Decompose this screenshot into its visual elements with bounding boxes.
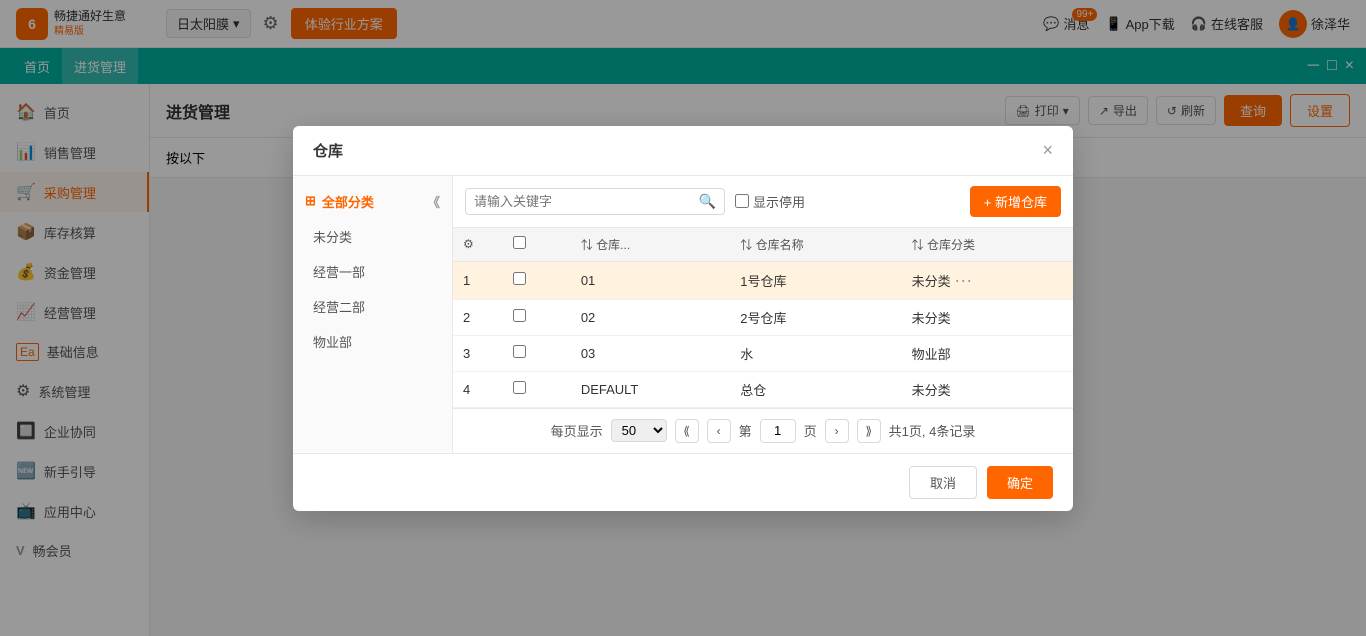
search-input-wrap[interactable]: 🔍: [465, 188, 725, 215]
row-name: 总仓: [730, 371, 901, 407]
row-name: 2号仓库: [730, 299, 901, 335]
grid-icon: ⊞: [305, 193, 316, 209]
pagination: 每页显示 50 20 100 ⟪ ‹ 第 页 › ⟫ 共1页, 4条记录: [453, 408, 1073, 453]
table-row[interactable]: 4 DEFAULT 总仓 未分类: [453, 371, 1073, 407]
confirm-btn[interactable]: 确定: [987, 466, 1053, 499]
modal-table-area: 🔍 显示停用 + 新增仓库 ⚙: [453, 176, 1073, 453]
page-input[interactable]: [760, 419, 796, 443]
per-page-select[interactable]: 50 20 100: [611, 419, 667, 442]
warehouse-modal: 仓库 × ⊞ 全部分类 《 未分类 经营一部 经营二部 物业部: [293, 126, 1073, 511]
all-categories-label: 全部分类: [322, 192, 374, 211]
page-suffix: 页: [804, 421, 817, 440]
next-page-btn[interactable]: ›: [825, 419, 849, 443]
row-index: 2: [453, 299, 503, 335]
row-index: 1: [453, 261, 503, 299]
table-row[interactable]: 3 03 水 物业部: [453, 335, 1073, 371]
col-category[interactable]: ⇅ 仓库分类: [902, 228, 1073, 262]
row-category: 未分类: [902, 299, 1073, 335]
row-checkbox-cell[interactable]: [503, 371, 571, 407]
prev-page-btn[interactable]: ‹: [707, 419, 731, 443]
sort-icon: ⇅: [740, 238, 752, 252]
last-page-btn[interactable]: ⟫: [857, 419, 881, 443]
row-code: DEFAULT: [571, 371, 730, 407]
cat-item-unclassified[interactable]: 未分类: [293, 219, 452, 254]
row-checkbox[interactable]: [513, 381, 526, 394]
table-row[interactable]: 1 01 1号仓库 未分类 ···: [453, 261, 1073, 299]
col-checkbox: [503, 228, 571, 262]
modal-header: 仓库 ×: [293, 126, 1073, 176]
search-input[interactable]: [474, 194, 699, 209]
row-name: 1号仓库: [730, 261, 901, 299]
table-row[interactable]: 2 02 2号仓库 未分类: [453, 299, 1073, 335]
row-code: 02: [571, 299, 730, 335]
first-page-btn[interactable]: ⟪: [675, 419, 699, 443]
table-header: ⚙ ⇅ 仓库... ⇅ 仓库名称 ⇅ 仓库分类: [453, 228, 1073, 262]
add-warehouse-btn[interactable]: + 新增仓库: [970, 186, 1061, 217]
row-category: 未分类: [902, 371, 1073, 407]
modal-footer: 取消 确定: [293, 453, 1073, 511]
all-categories-btn[interactable]: ⊞ 全部分类 《: [293, 184, 452, 219]
table-container: ⚙ ⇅ 仓库... ⇅ 仓库名称 ⇅ 仓库分类: [453, 228, 1073, 408]
modal-overlay: 仓库 × ⊞ 全部分类 《 未分类 经营一部 经营二部 物业部: [0, 0, 1366, 636]
col-name[interactable]: ⇅ 仓库名称: [730, 228, 901, 262]
per-page-label: 每页显示: [551, 421, 603, 440]
page-label: 第: [739, 421, 752, 440]
cat-item-property[interactable]: 物业部: [293, 324, 452, 359]
total-info: 共1页, 4条记录: [889, 421, 976, 440]
row-checkbox-cell[interactable]: [503, 261, 571, 299]
row-code: 03: [571, 335, 730, 371]
sort-icon: ⇅: [581, 238, 593, 252]
row-code: 01: [571, 261, 730, 299]
modal-body: ⊞ 全部分类 《 未分类 经营一部 经营二部 物业部 🔍: [293, 176, 1073, 453]
select-all-checkbox[interactable]: [513, 236, 526, 249]
search-icon: 🔍: [699, 193, 716, 210]
modal-search-bar: 🔍 显示停用 + 新增仓库: [453, 176, 1073, 228]
sort-icon: ⇅: [912, 238, 924, 252]
row-name: 水: [730, 335, 901, 371]
show-disabled-label[interactable]: 显示停用: [735, 192, 805, 211]
row-category: 物业部: [902, 335, 1073, 371]
warehouse-table: ⚙ ⇅ 仓库... ⇅ 仓库名称 ⇅ 仓库分类: [453, 228, 1073, 408]
collapse-icon[interactable]: 《: [427, 192, 440, 211]
row-checkbox[interactable]: [513, 309, 526, 322]
row-category: 未分类 ···: [902, 261, 1073, 299]
show-disabled-checkbox[interactable]: [735, 194, 749, 208]
row-checkbox-cell[interactable]: [503, 335, 571, 371]
row-index: 4: [453, 371, 503, 407]
row-checkbox[interactable]: [513, 272, 526, 285]
row-checkbox-cell[interactable]: [503, 299, 571, 335]
col-code[interactable]: ⇅ 仓库...: [571, 228, 730, 262]
modal-title: 仓库: [313, 140, 343, 161]
row-index: 3: [453, 335, 503, 371]
row-more-icon[interactable]: ···: [954, 270, 972, 290]
category-sidebar: ⊞ 全部分类 《 未分类 经营一部 经营二部 物业部: [293, 176, 453, 453]
cancel-btn[interactable]: 取消: [909, 466, 977, 499]
col-settings: ⚙: [453, 228, 503, 262]
modal-close-btn[interactable]: ×: [1042, 140, 1053, 161]
row-checkbox[interactable]: [513, 345, 526, 358]
cat-item-op2[interactable]: 经营二部: [293, 289, 452, 324]
cat-item-op1[interactable]: 经营一部: [293, 254, 452, 289]
table-body: 1 01 1号仓库 未分类 ··· 2 02 2号仓库: [453, 261, 1073, 407]
